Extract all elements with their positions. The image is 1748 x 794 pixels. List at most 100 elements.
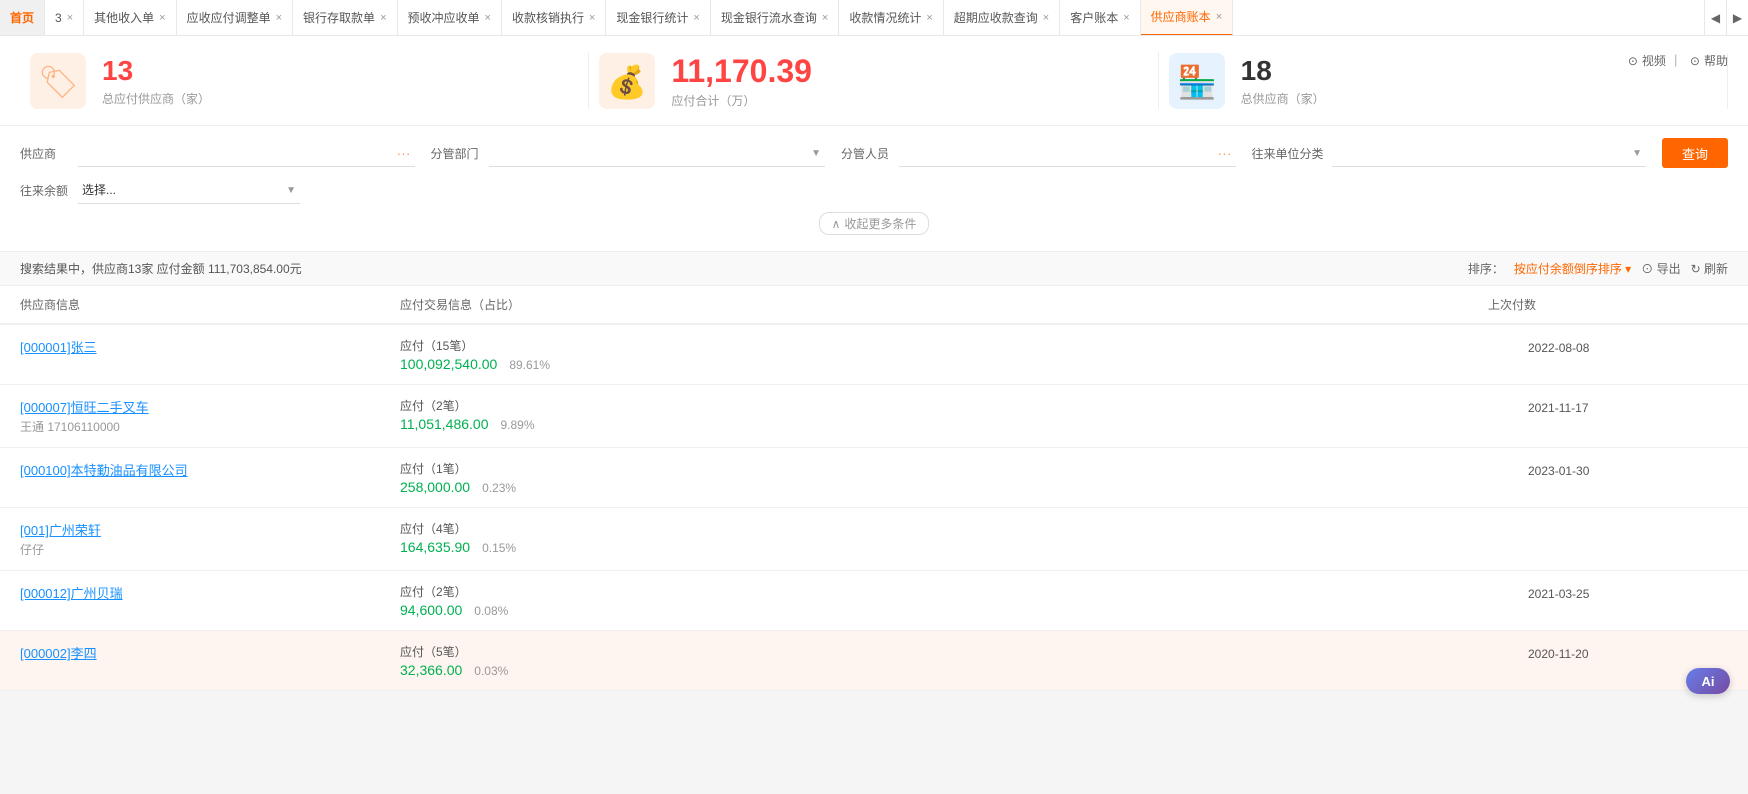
- circle-icon2: ⊙: [1690, 54, 1700, 68]
- chevron-up-icon: ∧: [832, 217, 841, 231]
- transaction-cell-4: 应付（4笔） 164,635.90 0.15%: [400, 520, 1528, 555]
- result-summary-text: 搜索结果中，供应商13家 应付金额 111,703,854.00元: [20, 260, 302, 277]
- close-icon[interactable]: ×: [1123, 12, 1129, 24]
- nav-tab-adjustments[interactable]: 应收应付调整单 ×: [177, 0, 293, 36]
- close-icon[interactable]: ×: [926, 12, 932, 24]
- nav-tab-customer-ledger[interactable]: 客户账本 ×: [1060, 0, 1140, 36]
- tab-cash-stat-label: 现金银行统计: [616, 9, 688, 26]
- lastpay-cell-6: 2020-11-20: [1528, 643, 1728, 661]
- filter-row-2: 往来余额 选择... ▼: [20, 176, 1728, 204]
- trans-row-3: 258,000.00 0.23%: [400, 479, 1528, 495]
- filter-supplier: 供应商 ···: [20, 139, 415, 167]
- total-suppliers: 18: [1241, 54, 1325, 88]
- trans-info-1: 应付（15笔） 100,092,540.00 89.61%: [400, 337, 1528, 372]
- nav-next-arrow[interactable]: ▶: [1726, 0, 1748, 36]
- supplier-link-6[interactable]: [000002]李四: [20, 643, 400, 662]
- nav-tab-collection[interactable]: 收款核销执行 ×: [502, 0, 606, 36]
- close-icon[interactable]: ×: [589, 12, 595, 24]
- svg-text:🏷: 🏷: [38, 64, 79, 100]
- trans-info-6: 应付（5笔） 32,366.00 0.03%: [400, 643, 1528, 678]
- table-header: 供应商信息 应付交易信息（占比） 上次付数: [0, 286, 1748, 325]
- lastpay-cell-3: 2023-01-30: [1528, 460, 1728, 478]
- nav-tab-other-income[interactable]: 其他收入单 ×: [84, 0, 176, 36]
- close-icon[interactable]: ×: [1216, 11, 1222, 23]
- filter-balance: 往来余额 选择... ▼: [20, 176, 300, 204]
- result-bar-actions: 排序： 按应付余额倒序排序 ▾ ⊙ 导出 ↻ 刷新: [1468, 260, 1728, 277]
- table-row: [001]广州荣轩 仔仔 应付（4笔） 164,635.90 0.15%: [0, 508, 1748, 571]
- category-filter-label: 往来单位分类: [1252, 145, 1324, 162]
- close-icon[interactable]: ×: [1043, 12, 1049, 24]
- nav-tab-bank[interactable]: 银行存取款单 ×: [293, 0, 397, 36]
- supplier-dots-icon[interactable]: ···: [397, 145, 411, 161]
- export-btn[interactable]: ⊙ 导出: [1641, 260, 1680, 277]
- nav-tab-3[interactable]: 3 ×: [45, 0, 84, 36]
- filter-person: 分管人员 ···: [841, 139, 1236, 167]
- header-transaction: 应付交易信息（占比）: [400, 296, 1488, 313]
- collapse-label: 收起更多条件: [844, 215, 916, 232]
- person-filter-label: 分管人员: [841, 145, 891, 162]
- transaction-cell-2: 应付（2笔） 11,051,486.00 9.89%: [400, 397, 1528, 432]
- help-link[interactable]: 帮助: [1704, 52, 1728, 69]
- refresh-btn[interactable]: ↻ 刷新: [1691, 260, 1728, 277]
- table-row: [000007]恒旺二手叉车 王通 17106110000 应付（2笔） 11,…: [0, 385, 1748, 448]
- trans-info-3: 应付（1笔） 258,000.00 0.23%: [400, 460, 1528, 495]
- top-navigation: 首页 3 × 其他收入单 × 应收应付调整单 × 银行存取款单 × 预收冲应收单…: [0, 0, 1748, 36]
- table-row: [000001]张三 应付（15笔） 100,092,540.00 89.61%…: [0, 325, 1748, 385]
- supplier-cell-4: [001]广州荣轩 仔仔: [20, 520, 400, 558]
- nav-tab-receipt-stat[interactable]: 收款情况统计 ×: [839, 0, 943, 36]
- person-input[interactable]: [899, 139, 1236, 167]
- supplier-link-1[interactable]: [000001]张三: [20, 337, 400, 356]
- close-icon[interactable]: ×: [822, 12, 828, 24]
- trans-row-4: 164,635.90 0.15%: [400, 539, 1528, 555]
- sort-label: 排序：: [1468, 260, 1504, 277]
- table-row: [000100]本特勤油品有限公司 应付（1笔） 258,000.00 0.23…: [0, 448, 1748, 508]
- nav-tab-cash-stat[interactable]: 现金银行统计 ×: [606, 0, 710, 36]
- amount-icon: 💰: [599, 53, 655, 109]
- category-select-wrapper: ▼: [1332, 139, 1646, 167]
- close-icon[interactable]: ×: [67, 12, 73, 24]
- balance-select[interactable]: 选择...: [78, 176, 300, 204]
- total-suppliers-label: 总供应商（家）: [1241, 90, 1325, 107]
- close-icon[interactable]: ×: [159, 12, 165, 24]
- svg-text:💰: 💰: [607, 64, 647, 101]
- person-dots-icon[interactable]: ···: [1218, 145, 1232, 161]
- nav-tab-supplier-ledger[interactable]: 供应商账本 ×: [1141, 0, 1233, 36]
- collapse-button[interactable]: ∧ 收起更多条件: [819, 212, 930, 235]
- trans-row-5: 94,600.00 0.08%: [400, 602, 1528, 618]
- sort-value[interactable]: 按应付余额倒序排序 ▾: [1514, 260, 1631, 277]
- ai-label: Ai: [1702, 674, 1715, 689]
- category-select[interactable]: [1332, 139, 1646, 167]
- supplier-link-2[interactable]: [000007]恒旺二手叉车: [20, 397, 400, 416]
- close-icon[interactable]: ×: [276, 12, 282, 24]
- supplier-cell-5: [000012]广州贝瑞: [20, 583, 400, 602]
- refresh-icon: ↻: [1691, 262, 1701, 276]
- trans-label-5: 应付（2笔）: [400, 583, 1528, 600]
- trans-label-2: 应付（2笔）: [400, 397, 1528, 414]
- supplier-link-5[interactable]: [000012]广州贝瑞: [20, 583, 400, 602]
- nav-tab-cash-flow[interactable]: 现金银行流水查询 ×: [711, 0, 839, 36]
- svg-text:🏪: 🏪: [1177, 64, 1217, 100]
- nav-prev-arrow[interactable]: ◀: [1704, 0, 1726, 36]
- trans-label-1: 应付（15笔）: [400, 337, 1528, 354]
- ai-assistant-badge[interactable]: Ai: [1686, 668, 1730, 694]
- video-link[interactable]: 视频: [1642, 52, 1666, 69]
- department-select[interactable]: [489, 139, 826, 167]
- close-icon[interactable]: ×: [485, 12, 491, 24]
- summary-card3-content: 18 总供应商（家）: [1241, 54, 1325, 107]
- nav-tab-home[interactable]: 首页: [0, 0, 45, 36]
- balance-select-wrapper: 选择... ▼: [78, 176, 300, 204]
- export-icon: ⊙: [1641, 262, 1653, 276]
- supplier-input[interactable]: [78, 139, 415, 167]
- tab-collection-label: 收款核销执行: [512, 9, 584, 26]
- query-button[interactable]: 查询: [1662, 138, 1728, 168]
- summary-card-suppliers: 🏷 13 总应付供应商（家）: [20, 53, 589, 109]
- tab-overdue-label: 超期应收款查询: [954, 9, 1038, 26]
- supplier-link-4[interactable]: [001]广州荣轩: [20, 520, 400, 539]
- trans-amount-3: 258,000.00: [400, 479, 470, 495]
- trans-amount-1: 100,092,540.00: [400, 356, 497, 372]
- supplier-link-3[interactable]: [000100]本特勤油品有限公司: [20, 460, 400, 479]
- close-icon[interactable]: ×: [693, 12, 699, 24]
- close-icon[interactable]: ×: [380, 12, 386, 24]
- nav-tab-overdue[interactable]: 超期应收款查询 ×: [944, 0, 1060, 36]
- nav-tab-prepay[interactable]: 预收冲应收单 ×: [398, 0, 502, 36]
